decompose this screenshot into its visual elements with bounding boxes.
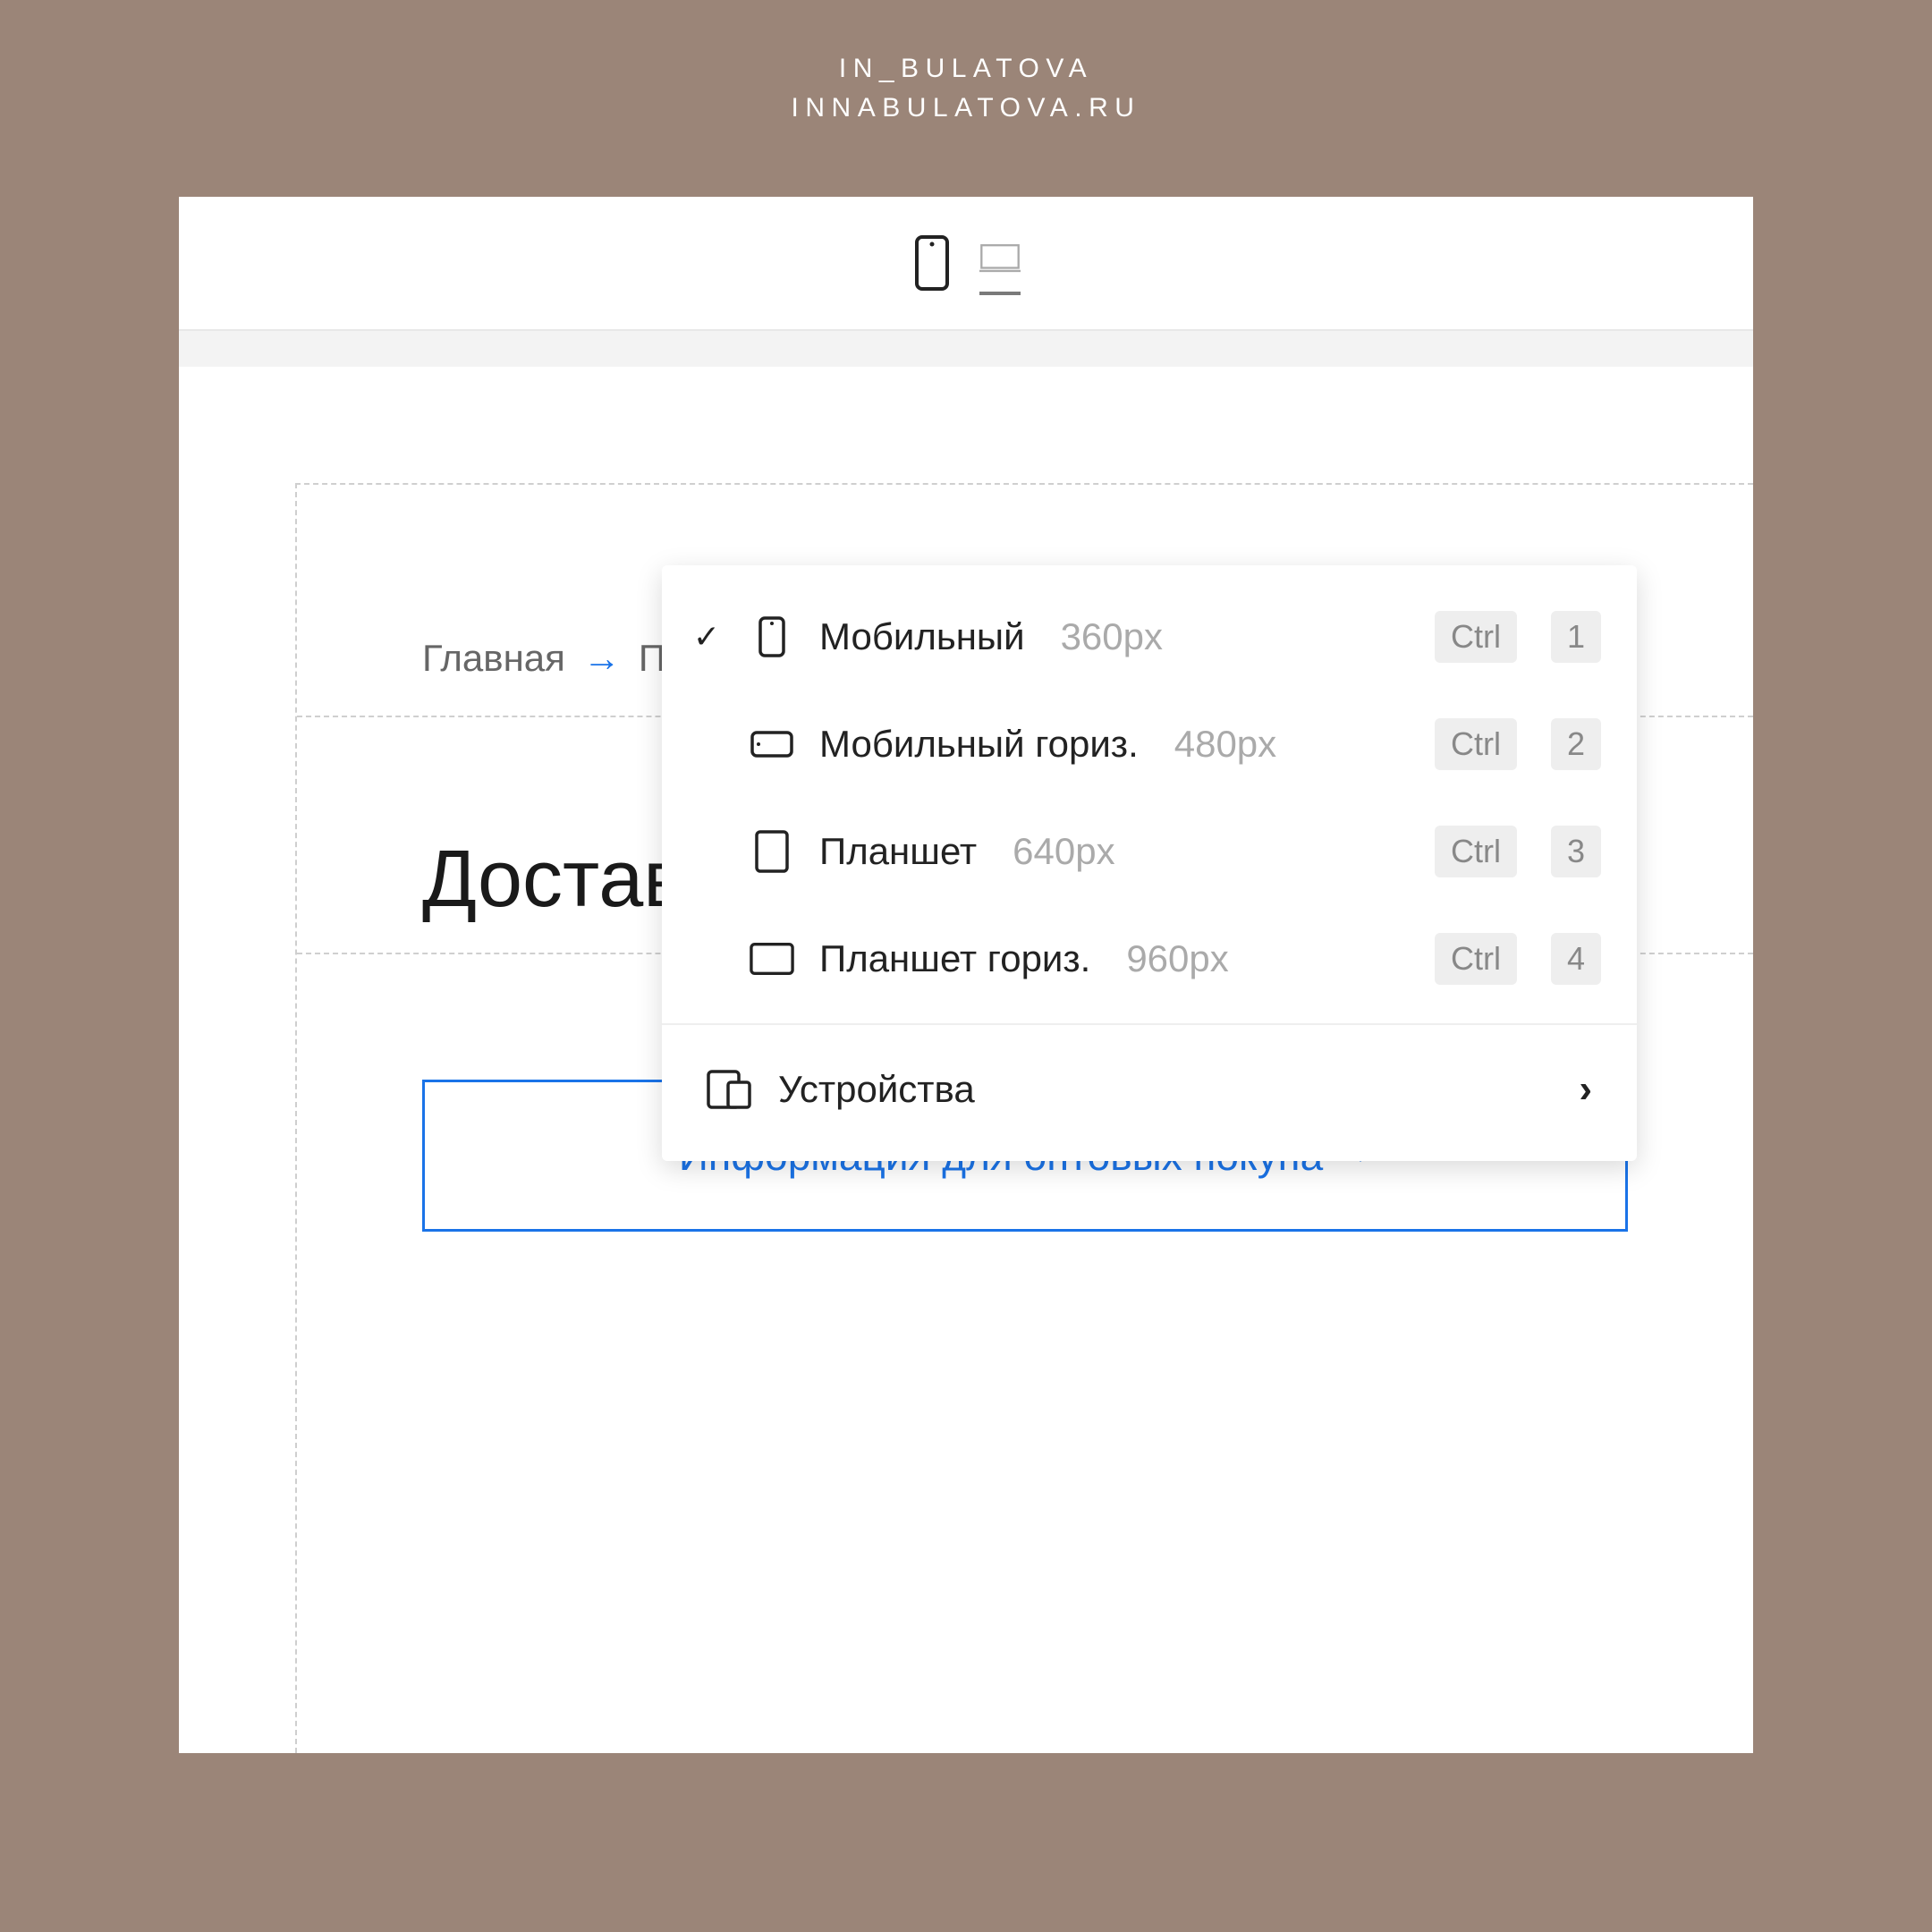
editor-window: Главная → Поле Доставка ＋ Информация для… — [179, 197, 1753, 1753]
device-mobile-button[interactable] — [911, 231, 953, 295]
viewport-option-size: 640px — [1013, 830, 1114, 873]
shortcut-key: 4 — [1551, 933, 1601, 985]
device-desktop-button[interactable] — [979, 231, 1021, 295]
tablet-portrait-icon — [750, 830, 794, 873]
devices-submenu[interactable]: Устройства › — [662, 1036, 1637, 1143]
viewport-toolbar — [179, 197, 1753, 331]
devices-icon — [707, 1070, 751, 1109]
viewport-option-label: Планшет гориз. — [819, 937, 1090, 980]
shortcut-key: 2 — [1551, 718, 1601, 770]
check-icon: ✓ — [689, 618, 724, 656]
overlay-watermark: IN_BULATOVA INNABULATOVA.RU — [0, 54, 1932, 123]
breadcrumb-home[interactable]: Главная — [422, 637, 565, 680]
arrow-right-icon: → — [583, 637, 621, 680]
viewport-option-tablet[interactable]: Планшет 640px Ctrl 3 — [662, 798, 1637, 905]
shortcut-mod: Ctrl — [1435, 826, 1517, 877]
overlay-line1: IN_BULATOVA — [0, 54, 1932, 84]
viewport-option-tablet-landscape[interactable]: Планшет гориз. 960px Ctrl 4 — [662, 905, 1637, 1013]
overlay-line2: INNABULATOVA.RU — [0, 93, 1932, 123]
phone-portrait-icon — [915, 235, 949, 291]
viewport-option-size: 360px — [1061, 615, 1163, 658]
shortcut-mod: Ctrl — [1435, 718, 1517, 770]
toolbar-shadow-band — [179, 331, 1753, 367]
chevron-right-icon: › — [1579, 1067, 1592, 1112]
devices-label: Устройства — [778, 1068, 975, 1111]
shortcut-mod: Ctrl — [1435, 611, 1517, 663]
shortcut-key: 3 — [1551, 826, 1601, 877]
phone-landscape-icon — [750, 731, 794, 758]
viewport-option-label: Мобильный гориз. — [819, 723, 1139, 766]
dropdown-separator — [662, 1023, 1637, 1025]
viewport-option-label: Планшет — [819, 830, 977, 873]
viewport-option-size: 960px — [1126, 937, 1228, 980]
shortcut-mod: Ctrl — [1435, 933, 1517, 985]
viewport-option-label: Мобильный — [819, 615, 1025, 658]
viewport-option-size: 480px — [1174, 723, 1276, 766]
viewport-option-mobile[interactable]: ✓ Мобильный 360px Ctrl 1 — [662, 583, 1637, 691]
shortcut-key: 1 — [1551, 611, 1601, 663]
tablet-landscape-icon — [750, 942, 794, 976]
editor-canvas: Главная → Поле Доставка ＋ Информация для… — [179, 367, 1753, 1753]
desktop-icon — [979, 233, 1021, 283]
phone-portrait-icon — [750, 616, 794, 657]
viewport-option-mobile-landscape[interactable]: Мобильный гориз. 480px Ctrl 2 — [662, 691, 1637, 798]
viewport-dropdown: ✓ Мобильный 360px Ctrl 1 Мобильный гориз… — [662, 565, 1637, 1161]
